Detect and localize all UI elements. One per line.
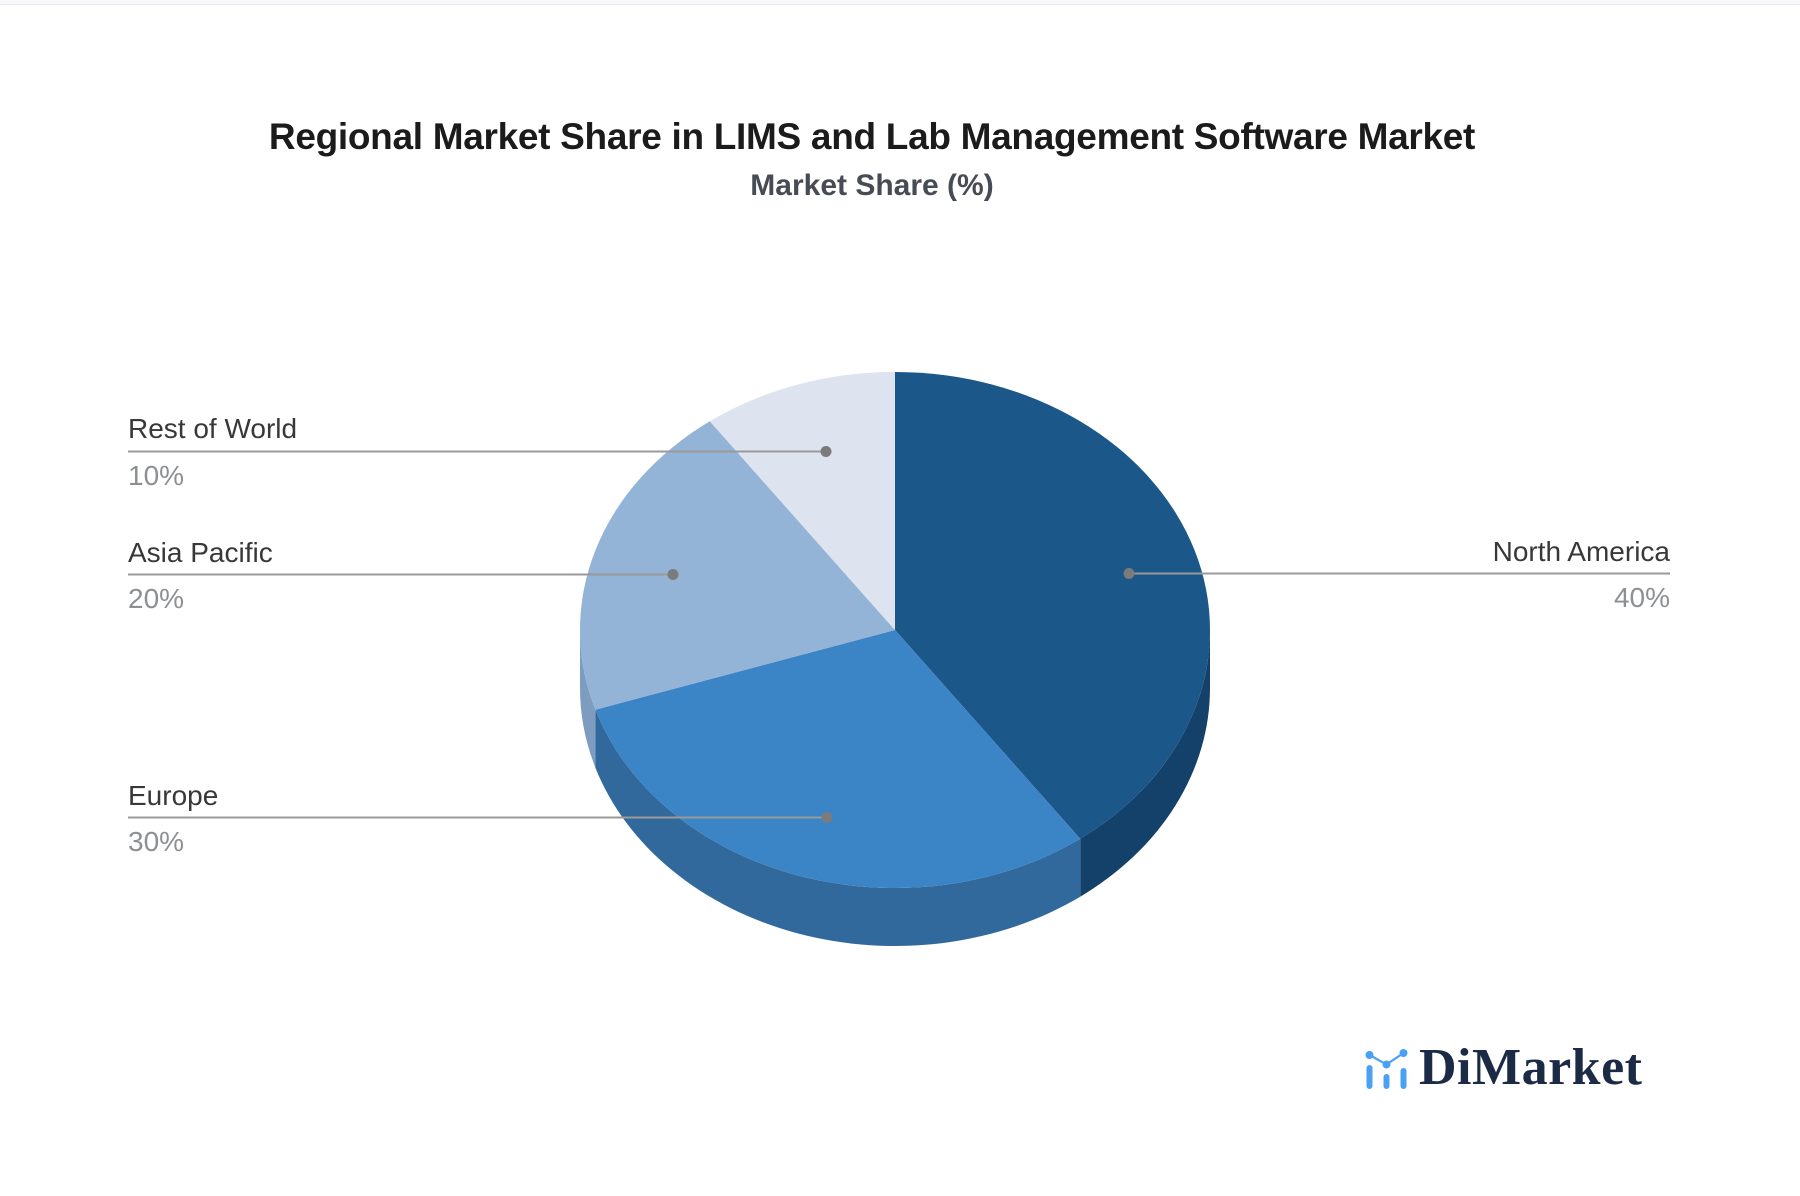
slice-pct-europe: 30% — [128, 826, 185, 857]
leader-dot-north-america — [1123, 568, 1135, 579]
slice-pct-rest-of-world: 10% — [128, 460, 185, 491]
brand-logo: DiMarket — [1363, 1040, 1642, 1096]
leader-dot-europe — [821, 812, 833, 823]
slice-label-europe: Europe — [128, 780, 219, 811]
leader-dot-rest-of-world — [820, 446, 832, 457]
slice-pct-north-america: 40% — [1613, 582, 1670, 613]
slice-pct-asia-pacific: 20% — [128, 583, 185, 614]
slice-label-rest-of-world: Rest of World — [128, 413, 298, 444]
slice-label-north-america: North America — [1492, 536, 1670, 567]
chart-canvas: Regional Market Share in LIMS and Lab Ma… — [0, 0, 1800, 1196]
bar-line-chart-icon — [1365, 1049, 1408, 1089]
leader-dot-asia-pacific — [667, 569, 679, 580]
pie-slices — [579, 372, 1211, 889]
brand-logo-text: DiMarket — [1419, 1039, 1643, 1096]
slice-label-asia-pacific: Asia Pacific — [128, 537, 273, 568]
